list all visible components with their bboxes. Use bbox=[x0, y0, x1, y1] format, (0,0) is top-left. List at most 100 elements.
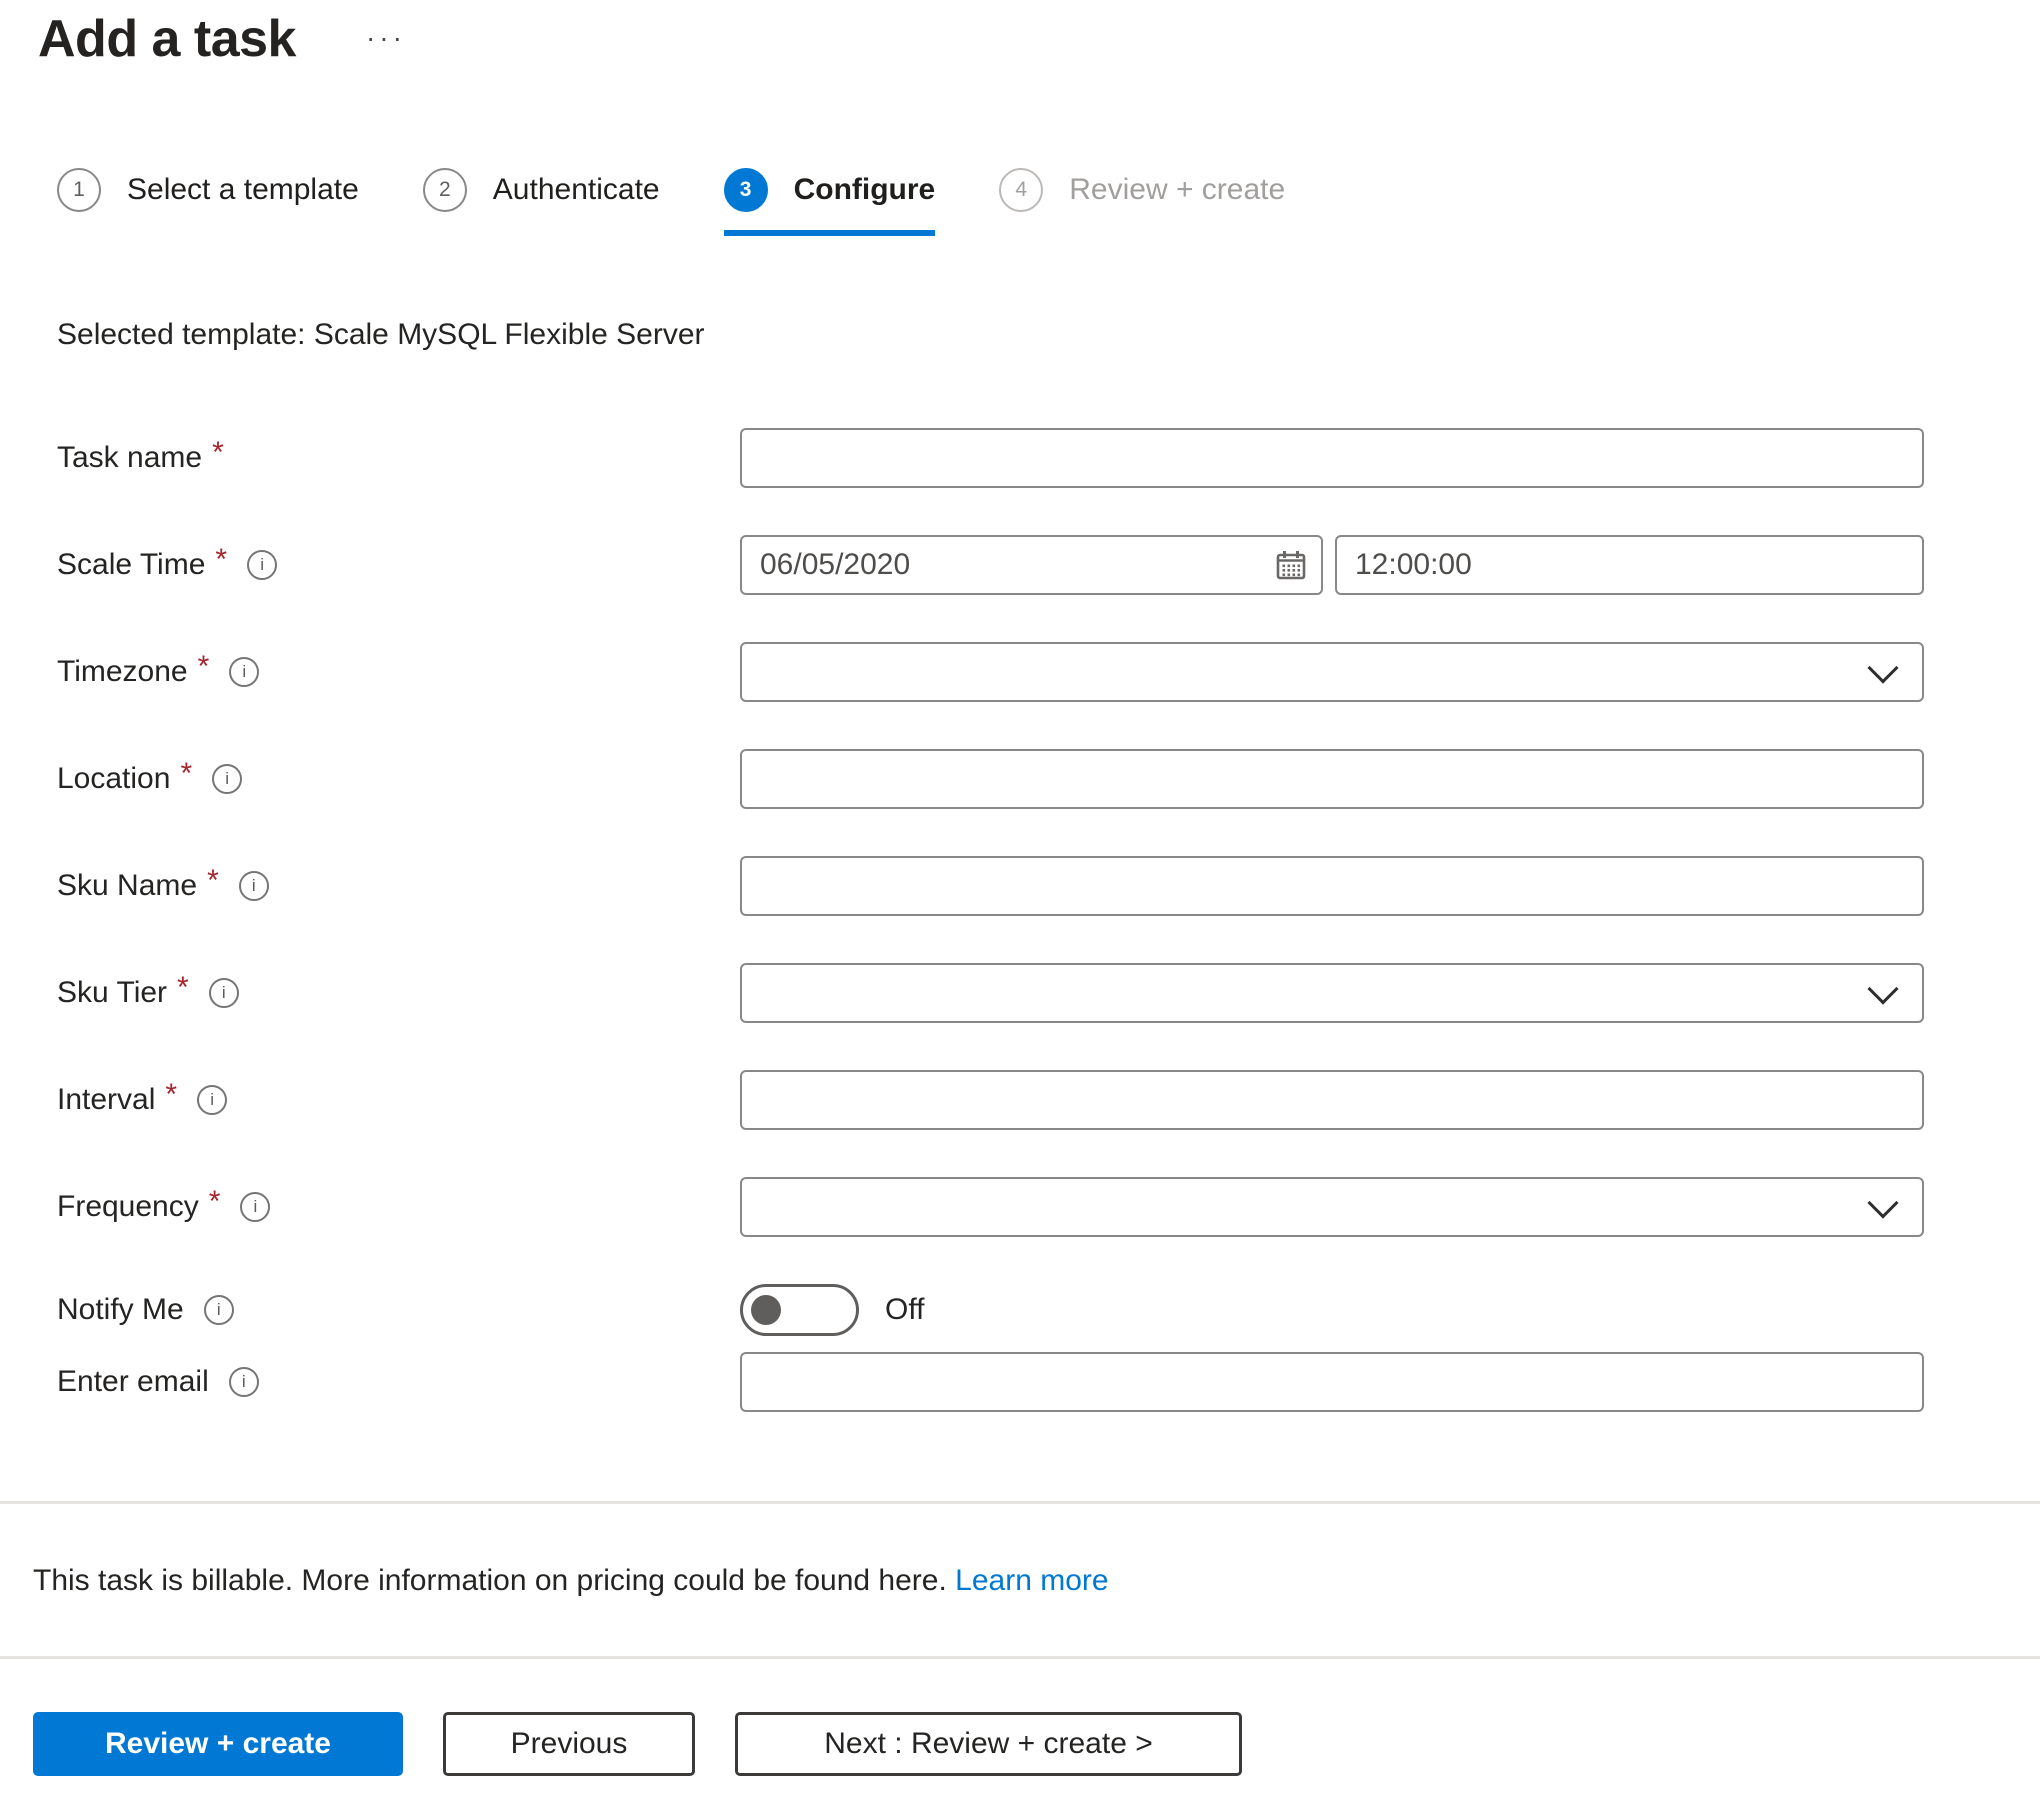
task-name-input[interactable] bbox=[740, 428, 1924, 489]
scale-date-value: 06/05/2020 bbox=[760, 548, 911, 582]
field-label-group: Task name * bbox=[57, 436, 740, 476]
required-asterisk: * bbox=[177, 971, 189, 1005]
info-icon[interactable]: i bbox=[238, 871, 269, 902]
scale-date-input[interactable]: 06/05/2020 bbox=[740, 535, 1323, 596]
location-input[interactable] bbox=[740, 749, 1924, 810]
info-icon[interactable]: i bbox=[229, 657, 260, 688]
next-review-create-button[interactable]: Next : Review + create > bbox=[735, 1712, 1242, 1777]
chevron-down-icon bbox=[1867, 1187, 1899, 1219]
interval-input[interactable] bbox=[740, 1070, 1924, 1131]
datetime-group: 06/05/2020 12:00:00 bbox=[740, 535, 1924, 596]
chevron-down-icon bbox=[1867, 652, 1899, 684]
info-icon[interactable]: i bbox=[208, 978, 239, 1009]
field-label: Interval bbox=[57, 1083, 156, 1117]
title-row: Add a task ··· bbox=[0, 0, 2040, 68]
previous-button[interactable]: Previous bbox=[443, 1712, 695, 1777]
step-label: Select a template bbox=[127, 173, 359, 207]
info-icon[interactable]: i bbox=[203, 1295, 234, 1326]
frequency-dropdown[interactable] bbox=[740, 1177, 1924, 1238]
calendar-icon[interactable] bbox=[1273, 547, 1309, 583]
step-number-badge: 1 bbox=[57, 168, 101, 213]
info-icon[interactable]: i bbox=[240, 1192, 271, 1223]
field-control bbox=[740, 642, 1924, 703]
form-row-interval: Interval * i bbox=[57, 1070, 1924, 1131]
more-options-icon[interactable]: ··· bbox=[366, 24, 406, 52]
field-control bbox=[740, 1352, 1924, 1413]
field-label-group: Interval * i bbox=[57, 1078, 740, 1118]
step-review-create: 4 Review + create bbox=[999, 168, 1286, 213]
toggle-knob bbox=[751, 1295, 781, 1326]
field-control bbox=[740, 749, 1924, 810]
required-asterisk: * bbox=[180, 757, 193, 791]
step-number-badge: 3 bbox=[723, 168, 768, 213]
field-label: Scale Time bbox=[57, 548, 206, 582]
field-control: 06/05/2020 12:00:00 bbox=[740, 535, 1924, 596]
step-number-badge: 2 bbox=[422, 168, 467, 213]
field-control bbox=[740, 963, 1924, 1024]
add-task-page: Add a task ··· 1 Select a template 2 Aut… bbox=[0, 0, 2040, 1812]
field-label-group: Timezone * i bbox=[57, 650, 740, 690]
sku-name-input[interactable] bbox=[740, 856, 1924, 917]
form-row-notify-me: Notify Me i Off bbox=[57, 1284, 1924, 1337]
step-label: Authenticate bbox=[492, 173, 660, 207]
field-label: Task name bbox=[57, 441, 203, 475]
field-label-group: Notify Me i bbox=[57, 1292, 740, 1328]
step-label: Configure bbox=[793, 173, 936, 207]
info-icon[interactable]: i bbox=[212, 764, 243, 795]
field-label-group: Location * i bbox=[57, 757, 740, 797]
wizard-steps: 1 Select a template 2 Authenticate 3 Con… bbox=[57, 168, 2040, 237]
required-asterisk: * bbox=[165, 1078, 178, 1112]
page-title: Add a task bbox=[38, 10, 296, 68]
required-asterisk: * bbox=[207, 864, 219, 898]
form-row-sku-name: Sku Name * i bbox=[57, 856, 1924, 917]
sku-tier-dropdown[interactable] bbox=[740, 963, 1924, 1024]
field-control bbox=[740, 1177, 1924, 1238]
form-row-scale-time: Scale Time * i 06/05/2020 12:00:00 bbox=[57, 535, 1924, 596]
field-control: Off bbox=[740, 1284, 1924, 1337]
step-select-a-template[interactable]: 1 Select a template bbox=[57, 168, 359, 213]
field-label: Sku Tier bbox=[57, 976, 168, 1010]
required-asterisk: * bbox=[212, 436, 224, 470]
step-configure[interactable]: 3 Configure bbox=[723, 168, 936, 237]
field-label: Notify Me bbox=[57, 1293, 184, 1327]
selected-template-text: Selected template: Scale MySQL Flexible … bbox=[57, 318, 705, 352]
info-icon[interactable]: i bbox=[247, 550, 278, 581]
step-number-badge: 4 bbox=[999, 168, 1044, 213]
divider bbox=[0, 1656, 2040, 1660]
form-row-frequency: Frequency * i bbox=[57, 1177, 1924, 1238]
required-asterisk: * bbox=[208, 1185, 221, 1219]
configure-form: Task name * Scale Time * i 06/05/2020 12… bbox=[57, 428, 1924, 1413]
scale-time-input[interactable]: 12:00:00 bbox=[1335, 535, 1924, 596]
info-icon[interactable]: i bbox=[197, 1085, 228, 1116]
field-label-group: Sku Tier * i bbox=[57, 971, 740, 1011]
field-label-group: Frequency * i bbox=[57, 1185, 740, 1225]
email-input[interactable] bbox=[740, 1352, 1924, 1413]
required-asterisk: * bbox=[197, 650, 210, 684]
field-control bbox=[740, 856, 1924, 917]
review-create-button[interactable]: Review + create bbox=[33, 1712, 403, 1777]
form-row-enter-email: Enter email i bbox=[57, 1352, 1924, 1413]
toggle-state-label: Off bbox=[885, 1293, 925, 1327]
form-row-sku-tier: Sku Tier * i bbox=[57, 963, 1924, 1024]
field-label: Enter email bbox=[57, 1365, 209, 1399]
timezone-dropdown[interactable] bbox=[740, 642, 1924, 703]
step-authenticate[interactable]: 2 Authenticate bbox=[422, 168, 660, 213]
field-label: Location bbox=[57, 762, 171, 796]
chevron-down-icon bbox=[1867, 973, 1899, 1005]
billable-notice: This task is billable. More information … bbox=[33, 1564, 2040, 1598]
scale-time-value: 12:00:00 bbox=[1355, 548, 1472, 582]
step-label: Review + create bbox=[1069, 173, 1286, 207]
field-label: Timezone bbox=[57, 655, 188, 689]
notify-me-toggle[interactable] bbox=[740, 1284, 859, 1337]
form-row-task-name: Task name * bbox=[57, 428, 1924, 489]
divider bbox=[0, 1501, 2040, 1505]
info-icon[interactable]: i bbox=[228, 1367, 259, 1398]
field-label: Frequency bbox=[57, 1190, 199, 1224]
form-row-timezone: Timezone * i bbox=[57, 642, 1924, 703]
field-label-group: Sku Name * i bbox=[57, 864, 740, 904]
learn-more-link[interactable]: Learn more bbox=[955, 1564, 1108, 1597]
active-step-underline bbox=[723, 230, 936, 237]
field-label-group: Enter email i bbox=[57, 1364, 740, 1400]
field-control bbox=[740, 428, 1924, 489]
footer-actions: Review + create Previous Next : Review +… bbox=[33, 1712, 2040, 1777]
